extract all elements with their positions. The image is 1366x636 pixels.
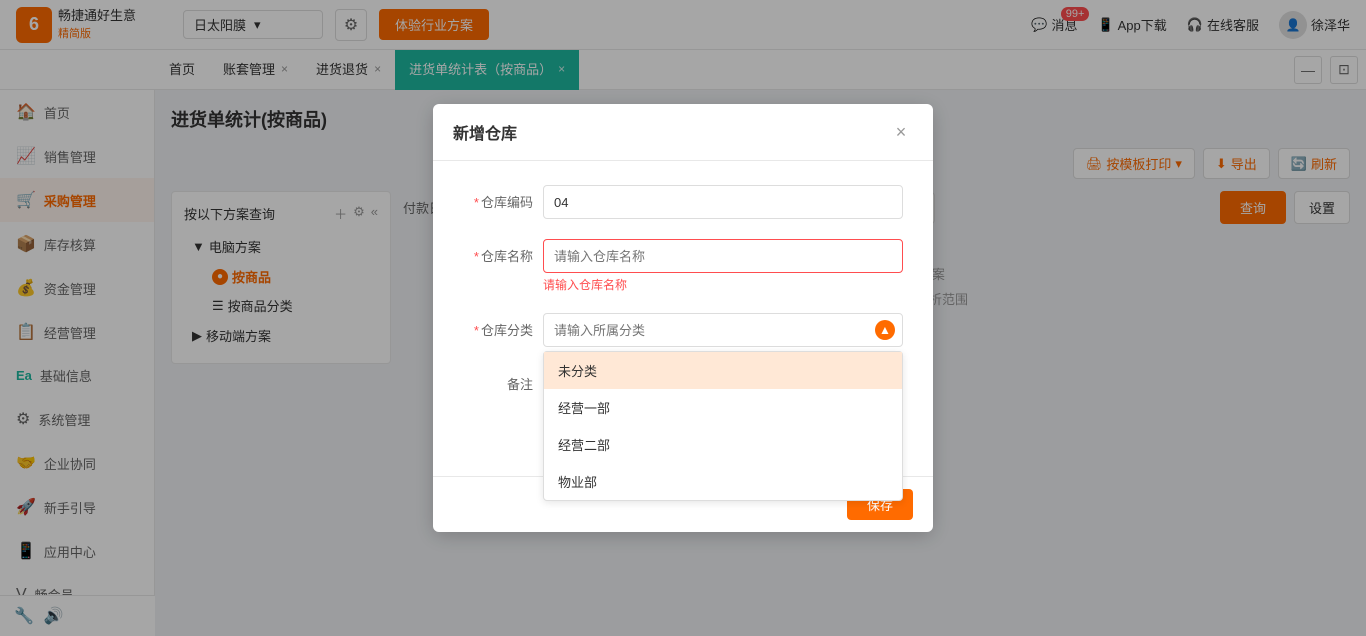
name-error-message: 请输入仓库名称 [543, 276, 903, 293]
dropdown-item-2[interactable]: 经营二部 [544, 426, 902, 463]
add-warehouse-modal: 新增仓库 × *仓库编码 *仓库名称 请输入仓库名称 [433, 104, 933, 532]
notes-label: 备注 [463, 367, 533, 393]
name-input-wrap: 请输入仓库名称 [543, 239, 903, 293]
category-label: *仓库分类 [463, 313, 533, 339]
name-input[interactable] [543, 239, 903, 273]
modal-row-category: *仓库分类 ▲ 未分类 经营一部 经营二部 物业部 [463, 313, 903, 347]
dropdown-item-0[interactable]: 未分类 [544, 352, 902, 389]
modal-row-name: *仓库名称 请输入仓库名称 [463, 239, 903, 293]
modal-row-code: *仓库编码 [463, 185, 903, 219]
category-select-wrap: ▲ 未分类 经营一部 经营二部 物业部 [543, 313, 903, 347]
category-dropdown-list: 未分类 经营一部 经营二部 物业部 [543, 351, 903, 501]
category-dropdown-arrow[interactable]: ▲ [875, 320, 895, 340]
code-input-wrap [543, 185, 903, 219]
modal-close-button[interactable]: × [889, 120, 913, 144]
dropdown-item-1[interactable]: 经营一部 [544, 389, 902, 426]
dropdown-item-3[interactable]: 物业部 [544, 463, 902, 500]
category-input[interactable] [543, 313, 903, 347]
modal-header: 新增仓库 × [433, 104, 933, 161]
modal-title: 新增仓库 [453, 120, 517, 144]
name-label: *仓库名称 [463, 239, 533, 265]
code-label: *仓库编码 [463, 185, 533, 211]
modal-body: *仓库编码 *仓库名称 请输入仓库名称 *仓库分类 [433, 161, 933, 476]
code-input[interactable] [543, 185, 903, 219]
modal-overlay: 新增仓库 × *仓库编码 *仓库名称 请输入仓库名称 [0, 0, 1366, 636]
